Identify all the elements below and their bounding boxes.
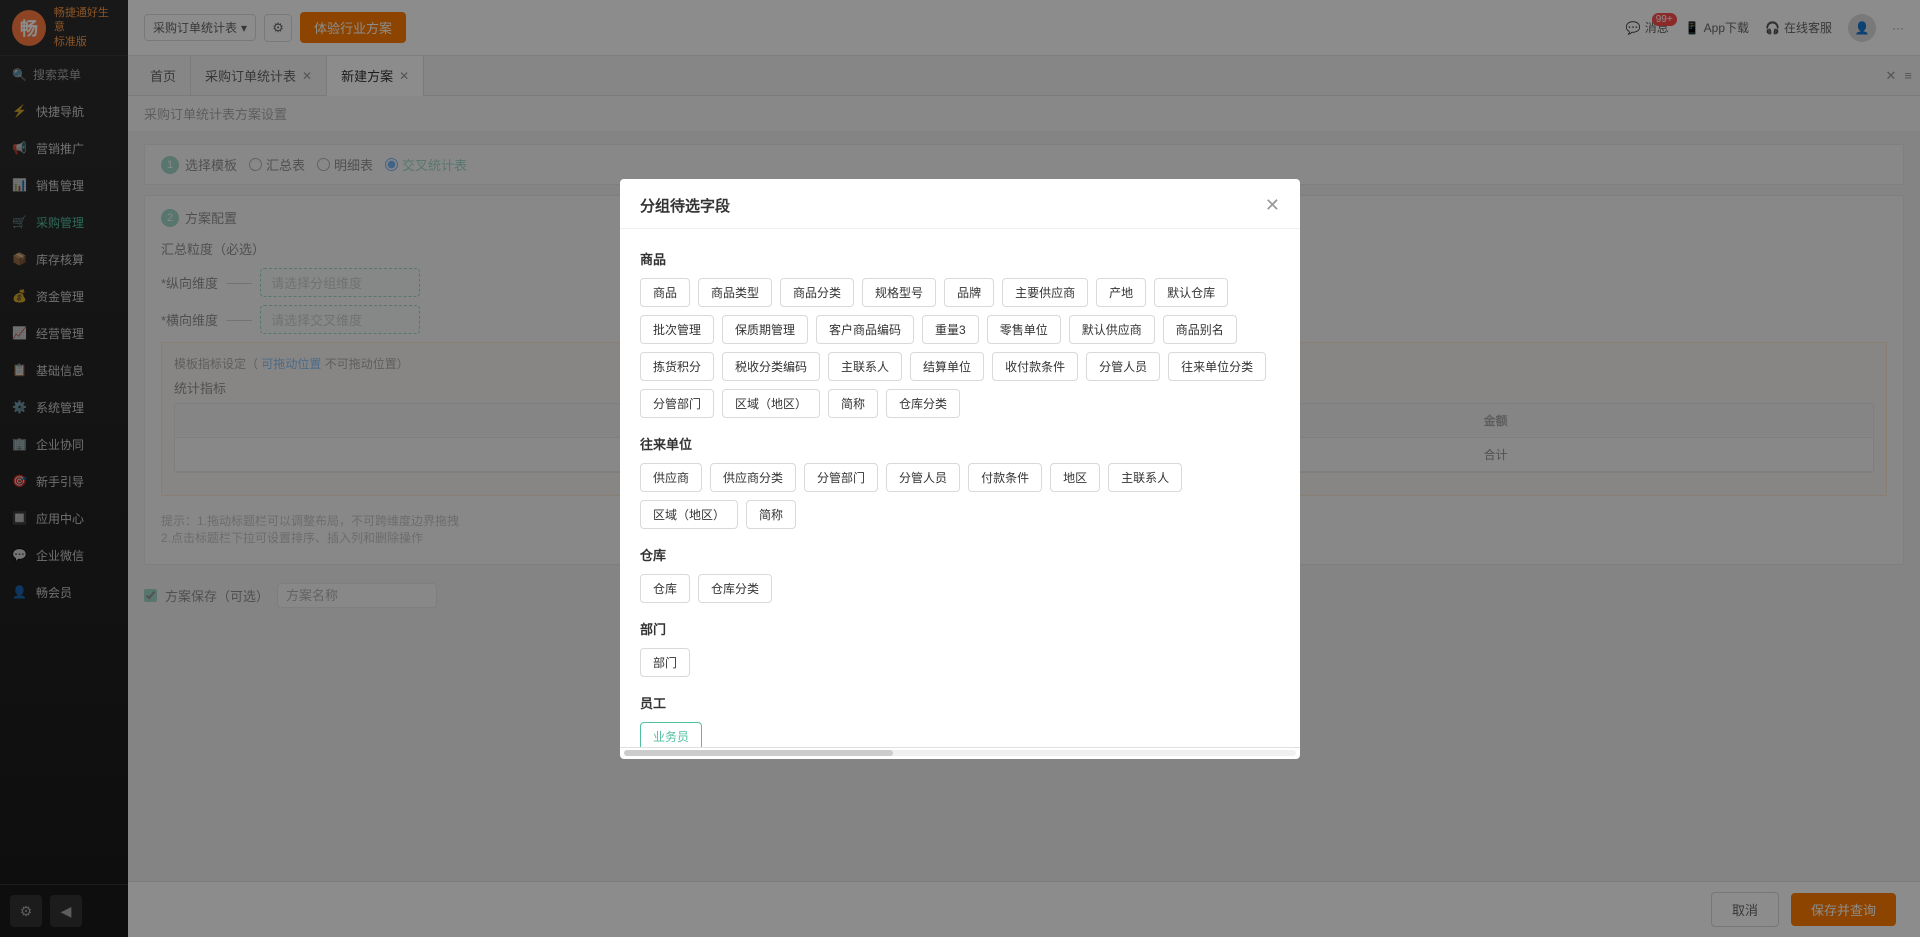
field-short-name[interactable]: 简称: [828, 389, 878, 418]
field-sales-person[interactable]: 业务员: [640, 722, 702, 748]
section-title-goods: 商品: [640, 249, 1280, 268]
section-title-wh: 仓库: [640, 545, 1280, 564]
field-wh-cat[interactable]: 仓库分类: [698, 574, 772, 603]
field-supervisor[interactable]: 分管人员: [1086, 352, 1160, 381]
field-customer-code[interactable]: 客户商品编码: [816, 315, 914, 344]
field-partner-category[interactable]: 往来单位分类: [1168, 352, 1266, 381]
field-supplier[interactable]: 供应商: [640, 463, 702, 492]
field-goods-type[interactable]: 商品类型: [698, 278, 772, 307]
field-manage-person[interactable]: 分管人员: [886, 463, 960, 492]
field-grid-dept: 部门: [640, 648, 1280, 677]
field-spec[interactable]: 规格型号: [862, 278, 936, 307]
field-main-contact2[interactable]: 主联系人: [1108, 463, 1182, 492]
scroll-track: [624, 750, 1296, 756]
field-area[interactable]: 地区: [1050, 463, 1100, 492]
modal-header: 分组待选字段 ✕: [620, 179, 1300, 229]
field-retail-unit[interactable]: 零售单位: [987, 315, 1061, 344]
field-department[interactable]: 部门: [640, 648, 690, 677]
field-selection-modal: 分组待选字段 ✕ 商品 商品 商品类型 商品分类 规格型号 品牌 主要供应商 产…: [620, 179, 1300, 759]
field-grid-emp: 业务员: [640, 722, 1280, 748]
field-main-supplier[interactable]: 主要供应商: [1002, 278, 1088, 307]
field-grid-partner: 供应商 供应商分类 分管部门 分管人员 付款条件 地区 主联系人 区域（地区） …: [640, 463, 1280, 529]
field-payment-cond[interactable]: 付款条件: [968, 463, 1042, 492]
scroll-thumb: [624, 750, 893, 756]
field-payment-terms[interactable]: 收付款条件: [992, 352, 1078, 381]
section-title-partner: 往来单位: [640, 434, 1280, 453]
field-warehouse[interactable]: 仓库: [640, 574, 690, 603]
field-weight[interactable]: 重量3: [922, 315, 979, 344]
field-region2[interactable]: 区域（地区）: [640, 500, 738, 529]
field-default-warehouse[interactable]: 默认仓库: [1154, 278, 1228, 307]
field-settle-unit[interactable]: 结算单位: [910, 352, 984, 381]
modal-title: 分组待选字段: [640, 195, 730, 216]
field-shelf-life[interactable]: 保质期管理: [722, 315, 808, 344]
field-grid-wh: 仓库 仓库分类: [640, 574, 1280, 603]
field-goods[interactable]: 商品: [640, 278, 690, 307]
field-batch[interactable]: 批次管理: [640, 315, 714, 344]
field-default-supplier[interactable]: 默认供应商: [1069, 315, 1155, 344]
field-pick-score[interactable]: 拣货积分: [640, 352, 714, 381]
modal-body[interactable]: 商品 商品 商品类型 商品分类 规格型号 品牌 主要供应商 产地 默认仓库 批次…: [620, 229, 1300, 748]
field-dept[interactable]: 分管部门: [640, 389, 714, 418]
field-region[interactable]: 区域（地区）: [722, 389, 820, 418]
field-manage-dept[interactable]: 分管部门: [804, 463, 878, 492]
field-tax-code[interactable]: 税收分类编码: [722, 352, 820, 381]
section-title-dept: 部门: [640, 619, 1280, 638]
field-goods-category[interactable]: 商品分类: [780, 278, 854, 307]
field-brand[interactable]: 品牌: [944, 278, 994, 307]
field-short-name2[interactable]: 简称: [746, 500, 796, 529]
field-origin[interactable]: 产地: [1096, 278, 1146, 307]
field-alias[interactable]: 商品别名: [1163, 315, 1237, 344]
modal-overlay: 分组待选字段 ✕ 商品 商品 商品类型 商品分类 规格型号 品牌 主要供应商 产…: [0, 0, 1920, 937]
modal-bottom-scrollbar[interactable]: [620, 747, 1300, 758]
modal-close-btn[interactable]: ✕: [1265, 195, 1280, 216]
field-wh-category[interactable]: 仓库分类: [886, 389, 960, 418]
section-title-emp: 员工: [640, 693, 1280, 712]
field-grid-goods: 商品 商品类型 商品分类 规格型号 品牌 主要供应商 产地 默认仓库 批次管理 …: [640, 278, 1280, 418]
field-supplier-cat[interactable]: 供应商分类: [710, 463, 796, 492]
field-main-contact[interactable]: 主联系人: [828, 352, 902, 381]
